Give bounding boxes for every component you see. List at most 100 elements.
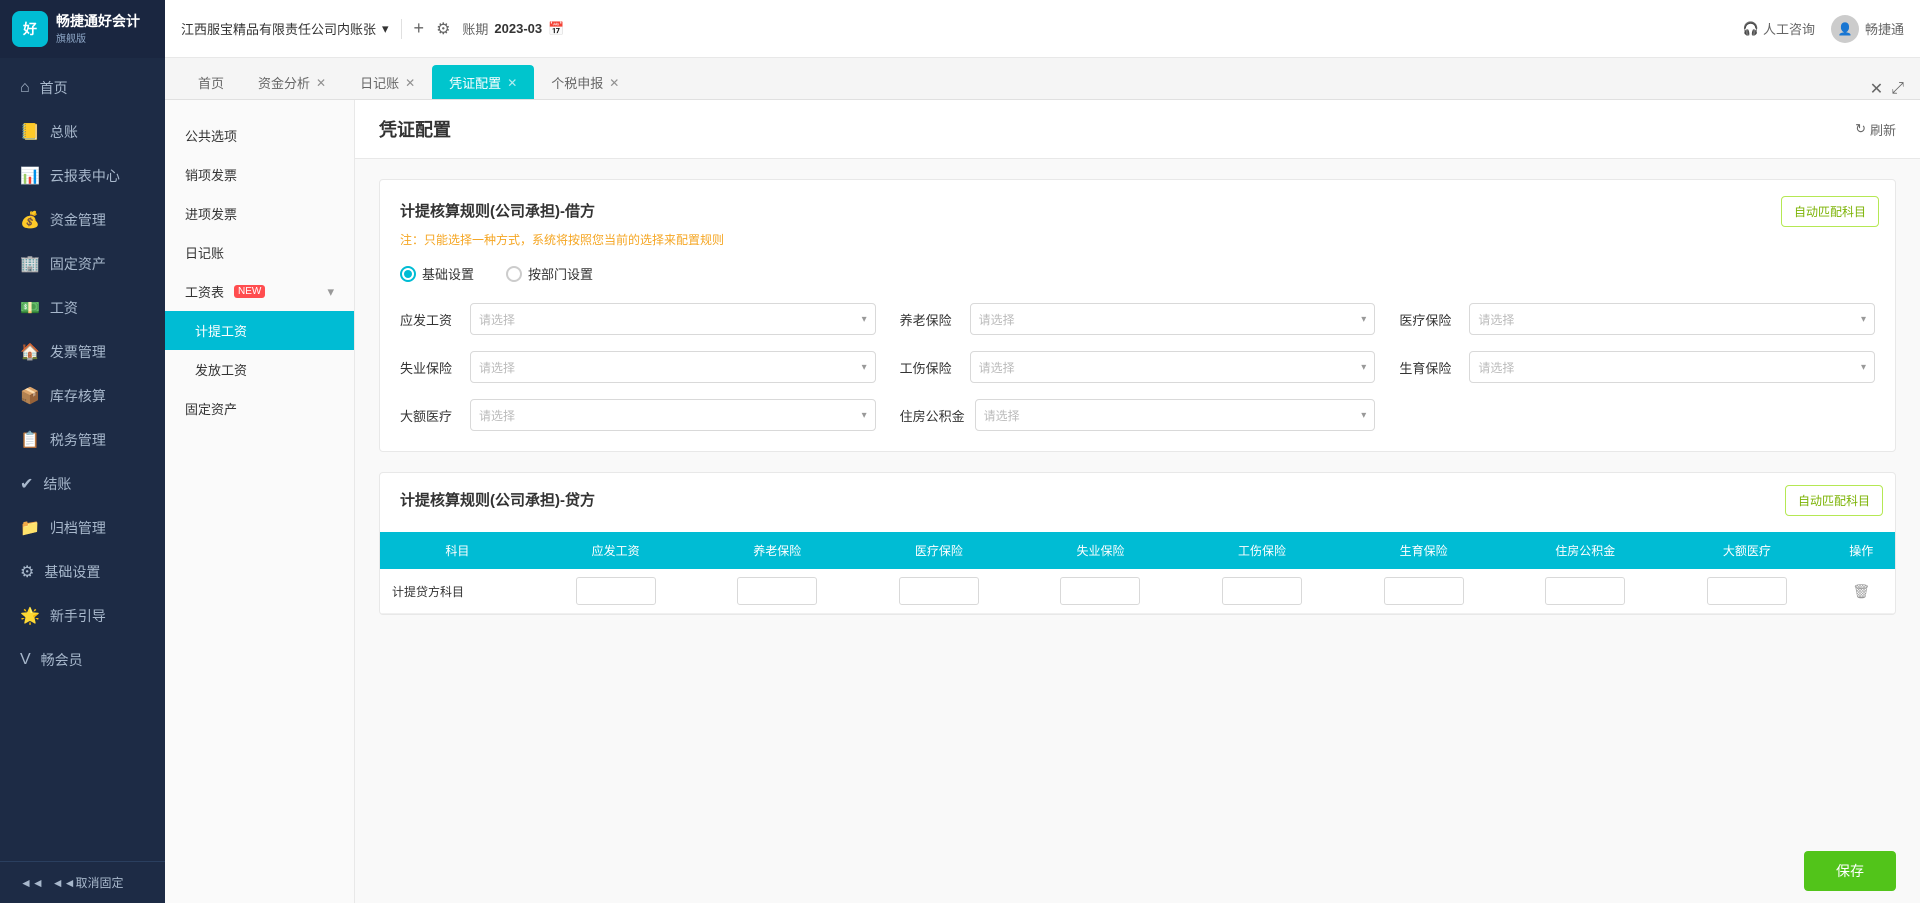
cell-maternity[interactable] xyxy=(1343,569,1505,614)
left-nav-payroll-table[interactable]: 工资表 NEW ▾ xyxy=(165,272,354,311)
tab-tax-close[interactable]: ✕ xyxy=(609,76,619,90)
sidebar-item-payroll[interactable]: 💵 工资 xyxy=(0,286,165,330)
user-menu[interactable]: 👤 畅捷通 xyxy=(1831,15,1904,43)
left-nav-calc-payroll[interactable]: 计提工资 xyxy=(165,311,354,350)
sidebar-item-inventory[interactable]: 📦 库存核算 xyxy=(0,374,165,418)
input-unemployment[interactable] xyxy=(1060,577,1140,605)
left-nav-public[interactable]: 公共选项 xyxy=(165,116,354,155)
sidebar-item-settings[interactable]: ⚙ 基础设置 xyxy=(0,550,165,594)
expand-icon: ▾ xyxy=(327,284,334,300)
row-label: 计提贷方科目 xyxy=(380,569,535,614)
input-major-medical[interactable] xyxy=(1707,577,1787,605)
add-company-button[interactable]: + xyxy=(414,18,425,39)
field-unemployment: 失业保险 请选择 ▾ xyxy=(400,351,876,383)
sidebar: 好 畅捷通好会计 旗舰版 ⌂ 首页 📒 总账 📊 云报表中心 💰 资金管理 🏢 … xyxy=(0,0,165,903)
radio-basic-circle xyxy=(400,266,416,282)
maternity-select[interactable]: 请选择 ▾ xyxy=(1469,351,1875,383)
tab-voucher[interactable]: 凭证配置 ✕ xyxy=(432,65,534,99)
sidebar-item-archive[interactable]: 📁 归档管理 xyxy=(0,506,165,550)
tab-journal[interactable]: 日记账 ✕ xyxy=(343,65,432,99)
cell-unemployment[interactable] xyxy=(1020,569,1182,614)
auto-match-debit-button[interactable]: 自动匹配科目 xyxy=(1781,196,1879,227)
topbar-divider xyxy=(401,19,402,39)
injury-label: 工伤保险 xyxy=(900,358,960,377)
unpin-button[interactable]: ◄◄ ◄◄取消固定 xyxy=(0,861,165,903)
cell-injury[interactable] xyxy=(1181,569,1343,614)
service-label: 人工咨询 xyxy=(1763,19,1815,38)
funds-icon: 💰 xyxy=(20,210,40,230)
input-injury[interactable] xyxy=(1222,577,1302,605)
radio-dept[interactable]: 按部门设置 xyxy=(506,264,593,283)
pension-select[interactable]: 请选择 ▾ xyxy=(970,303,1376,335)
credit-table-body: 计提贷方科目 🗑 xyxy=(380,569,1895,614)
left-nav-pay-payroll[interactable]: 发放工资 xyxy=(165,350,354,389)
maximize-icon[interactable]: ⤢ xyxy=(1891,80,1904,98)
input-salary[interactable] xyxy=(576,577,656,605)
sidebar-item-reports[interactable]: 📊 云报表中心 xyxy=(0,154,165,198)
left-nav-fixed-assets[interactable]: 固定资产 xyxy=(165,389,354,428)
save-button[interactable]: 保存 xyxy=(1804,851,1896,891)
cell-major-medical[interactable] xyxy=(1666,569,1828,614)
sidebar-item-guide[interactable]: 🌟 新手引导 xyxy=(0,594,165,638)
auto-match-credit-button[interactable]: 自动匹配科目 xyxy=(1785,485,1883,516)
sidebar-item-ledger[interactable]: 📒 总账 xyxy=(0,110,165,154)
medical-label: 医疗保险 xyxy=(1399,310,1459,329)
sidebar-item-closing[interactable]: ✔ 结账 xyxy=(0,462,165,506)
sidebar-item-invoice[interactable]: 🏠 发票管理 xyxy=(0,330,165,374)
th-injury: 工伤保险 xyxy=(1181,532,1343,569)
tab-home[interactable]: 首页 xyxy=(181,65,241,99)
company-name: 江西服宝精品有限责任公司内账张 xyxy=(181,19,376,38)
medical-select[interactable]: 请选择 ▾ xyxy=(1469,303,1875,335)
unemployment-select[interactable]: 请选择 ▾ xyxy=(470,351,876,383)
topbar: 江西服宝精品有限责任公司内账张 ▾ + ⚙ 账期 2023-03 📅 🎧 人工咨… xyxy=(165,0,1920,58)
cell-salary[interactable] xyxy=(535,569,697,614)
closing-icon: ✔ xyxy=(20,474,33,494)
th-unemployment: 失业保险 xyxy=(1020,532,1182,569)
radio-basic[interactable]: 基础设置 xyxy=(400,264,474,283)
injury-select[interactable]: 请选择 ▾ xyxy=(970,351,1376,383)
period-selector[interactable]: 账期 2023-03 📅 xyxy=(462,19,564,38)
left-panel: 公共选项 销项发票 进项发票 日记账 工资表 NEW ▾ 计提工资 发放工资 xyxy=(165,100,355,903)
sidebar-item-tax[interactable]: 📋 税务管理 xyxy=(0,418,165,462)
tab-funds-close[interactable]: ✕ xyxy=(316,76,326,90)
pension-placeholder: 请选择 xyxy=(979,311,1015,328)
left-nav-sales[interactable]: 销项发票 xyxy=(165,155,354,194)
right-content: 凭证配置 ↻ 刷新 自动匹配科目 计提核算规则(公司承担)-借方 注：只能选择一… xyxy=(355,100,1920,903)
input-housing[interactable] xyxy=(1545,577,1625,605)
sidebar-item-home[interactable]: ⌂ 首页 xyxy=(0,66,165,110)
housing-fund-select[interactable]: 请选择 ▾ xyxy=(975,399,1376,431)
left-nav-purchase[interactable]: 进项发票 xyxy=(165,194,354,233)
delete-row-icon[interactable]: 🗑 xyxy=(1852,583,1870,599)
debit-section-title: 计提核算规则(公司承担)-借方 xyxy=(400,200,1875,221)
field-maternity: 生育保险 请选择 ▾ xyxy=(1399,351,1875,383)
input-pension[interactable] xyxy=(737,577,817,605)
tab-funds[interactable]: 资金分析 ✕ xyxy=(241,65,343,99)
service-button[interactable]: 🎧 人工咨询 xyxy=(1743,19,1815,38)
tab-voucher-close[interactable]: ✕ xyxy=(507,76,517,90)
cell-housing[interactable] xyxy=(1504,569,1666,614)
close-all-tabs-icon[interactable]: ✕ xyxy=(1870,79,1883,99)
tab-journal-close[interactable]: ✕ xyxy=(405,76,415,90)
sidebar-item-funds[interactable]: 💰 资金管理 xyxy=(0,198,165,242)
maternity-placeholder: 请选择 xyxy=(1478,359,1514,376)
major-medical-select[interactable]: 请选择 ▾ xyxy=(470,399,876,431)
settings-button[interactable]: ⚙ xyxy=(436,19,450,39)
radio-dept-circle xyxy=(506,266,522,282)
refresh-button[interactable]: ↻ 刷新 xyxy=(1855,120,1896,139)
cell-pension[interactable] xyxy=(696,569,858,614)
cell-delete[interactable]: 🗑 xyxy=(1828,569,1895,614)
company-selector[interactable]: 江西服宝精品有限责任公司内账张 ▾ xyxy=(181,19,389,38)
sidebar-item-assets[interactable]: 🏢 固定资产 xyxy=(0,242,165,286)
th-operation: 操作 xyxy=(1828,532,1895,569)
calendar-icon[interactable]: 📅 xyxy=(548,21,564,37)
tabbar-actions: ✕ ⤢ xyxy=(1870,79,1904,99)
scrollable-content: 自动匹配科目 计提核算规则(公司承担)-借方 注：只能选择一种方式，系统将按照您… xyxy=(355,159,1920,903)
input-maternity[interactable] xyxy=(1384,577,1464,605)
input-medical[interactable] xyxy=(899,577,979,605)
unemployment-label: 失业保险 xyxy=(400,358,460,377)
cell-medical[interactable] xyxy=(858,569,1020,614)
sidebar-item-vip[interactable]: V 畅会员 xyxy=(0,638,165,682)
salary-select[interactable]: 请选择 ▾ xyxy=(470,303,876,335)
left-nav-journal[interactable]: 日记账 xyxy=(165,233,354,272)
tab-tax[interactable]: 个税申报 ✕ xyxy=(534,65,636,99)
